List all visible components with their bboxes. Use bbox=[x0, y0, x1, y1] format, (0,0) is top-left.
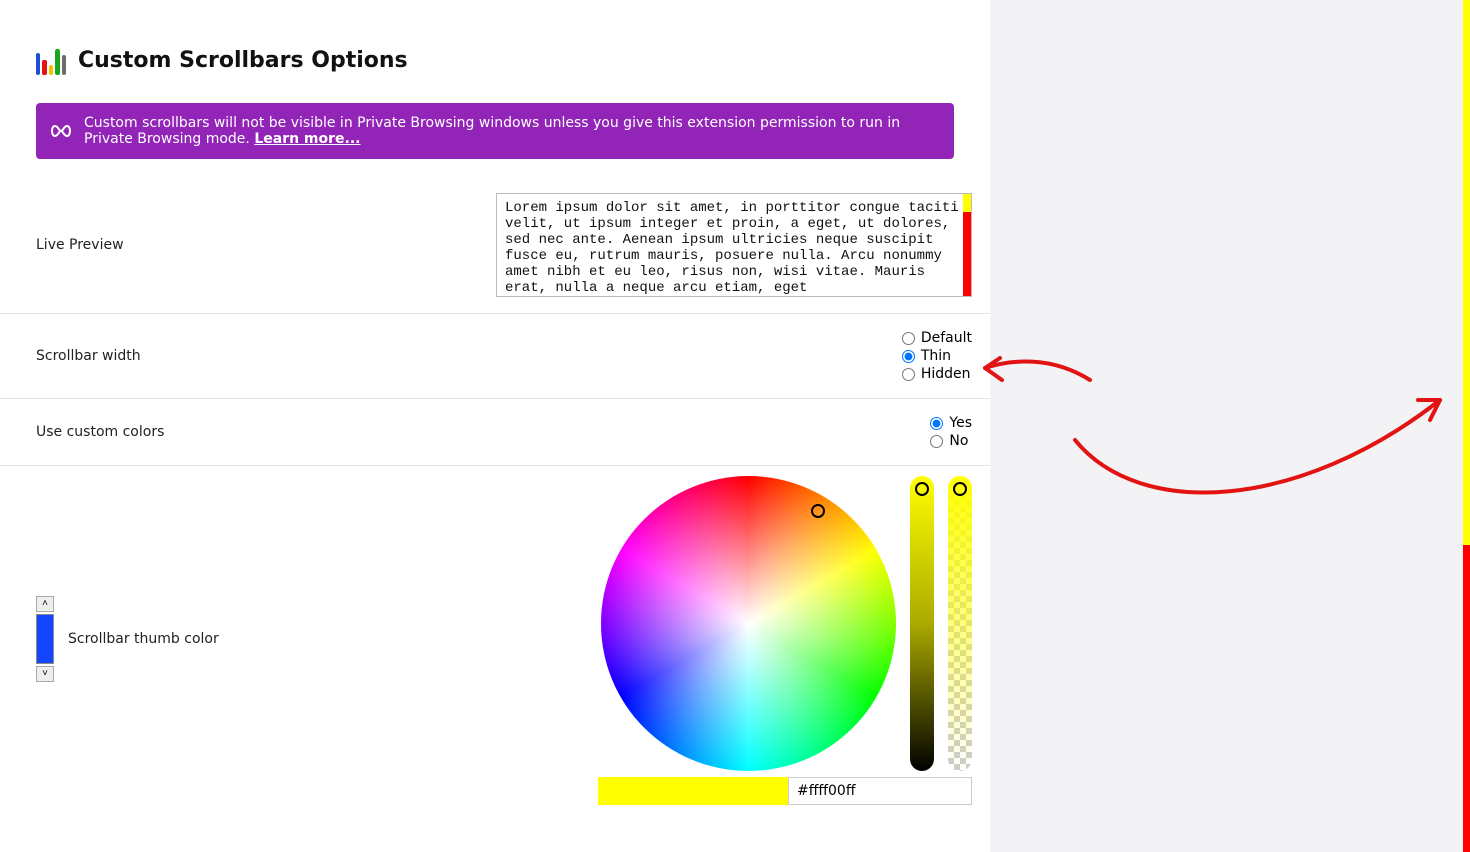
preview-scrollbar[interactable] bbox=[963, 194, 971, 296]
radio-width-hidden[interactable]: Hidden bbox=[902, 366, 972, 382]
radio-colors-no[interactable]: No bbox=[930, 433, 972, 449]
preview-text: Lorem ipsum dolor sit amet, in porttitor… bbox=[505, 200, 959, 296]
color-swatch bbox=[598, 777, 788, 805]
page-thin-scrollbar[interactable] bbox=[1463, 0, 1470, 852]
app-logo-icon bbox=[36, 45, 66, 75]
stepper-up-button[interactable]: ˄ bbox=[36, 596, 54, 612]
brightness-slider[interactable] bbox=[910, 476, 934, 771]
learn-more-link[interactable]: Learn more... bbox=[254, 131, 360, 147]
color-wheel[interactable] bbox=[601, 476, 896, 771]
alpha-cursor-icon[interactable] bbox=[953, 482, 967, 496]
live-preview-label: Live Preview bbox=[36, 237, 486, 253]
radio-input-no[interactable] bbox=[930, 435, 943, 448]
custom-colors-radio-group: Yes No bbox=[930, 415, 972, 449]
scrollbar-width-label: Scrollbar width bbox=[36, 348, 486, 364]
wheel-cursor-icon[interactable] bbox=[811, 504, 825, 518]
radio-input-hidden[interactable] bbox=[902, 368, 915, 381]
radio-input-thin[interactable] bbox=[902, 350, 915, 363]
row-scrollbar-width: Scrollbar width Default Thin Hidden bbox=[0, 314, 990, 399]
thumb-color-label: Scrollbar thumb color bbox=[68, 631, 219, 647]
page-title: Custom Scrollbars Options bbox=[78, 48, 408, 73]
stepper-down-button[interactable]: ˅ bbox=[36, 666, 54, 682]
notice-text: Custom scrollbars will not be visible in… bbox=[84, 115, 940, 147]
row-custom-colors: Use custom colors Yes No bbox=[0, 399, 990, 466]
header: Custom Scrollbars Options bbox=[0, 0, 990, 103]
alpha-slider[interactable] bbox=[948, 476, 972, 771]
options-panel: Custom Scrollbars Options Custom scrollb… bbox=[0, 0, 990, 852]
private-browsing-notice: Custom scrollbars will not be visible in… bbox=[36, 103, 954, 159]
annotation-arrows-icon bbox=[970, 340, 1460, 540]
color-picker bbox=[598, 476, 972, 805]
hex-input[interactable] bbox=[788, 777, 972, 805]
radio-width-thin[interactable]: Thin bbox=[902, 348, 972, 364]
row-live-preview: Live Preview Lorem ipsum dolor sit amet,… bbox=[0, 177, 990, 314]
row-thumb-color: ˄ ˅ Scrollbar thumb color bbox=[0, 466, 990, 821]
width-radio-group: Default Thin Hidden bbox=[902, 330, 972, 382]
radio-colors-yes[interactable]: Yes bbox=[930, 415, 972, 431]
live-preview-box[interactable]: Lorem ipsum dolor sit amet, in porttitor… bbox=[496, 193, 972, 297]
brightness-cursor-icon[interactable] bbox=[915, 482, 929, 496]
custom-colors-label: Use custom colors bbox=[36, 424, 486, 440]
infinity-icon bbox=[50, 124, 72, 138]
thumb-sample-stepper: ˄ ˅ bbox=[36, 596, 54, 682]
thumb-color-sample bbox=[36, 614, 54, 664]
radio-input-default[interactable] bbox=[902, 332, 915, 345]
radio-width-default[interactable]: Default bbox=[902, 330, 972, 346]
radio-input-yes[interactable] bbox=[930, 417, 943, 430]
